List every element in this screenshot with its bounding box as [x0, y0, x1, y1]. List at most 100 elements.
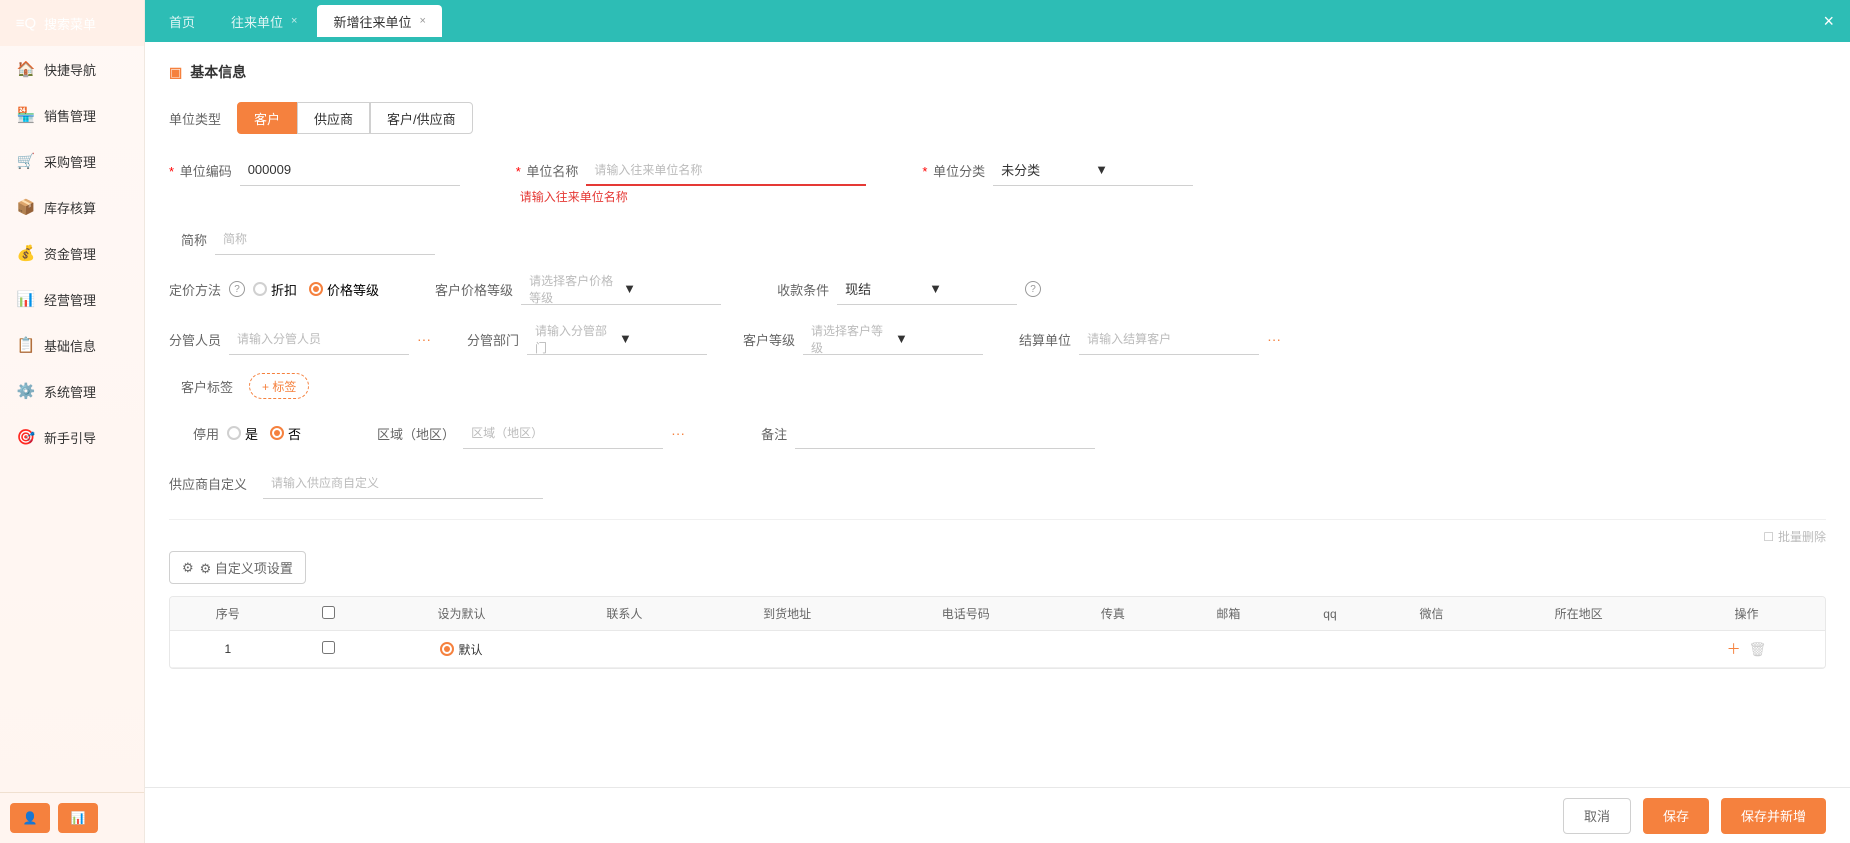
- help-icon-payment[interactable]: ?: [1025, 281, 1041, 297]
- tab-partners-label: 往来单位: [231, 12, 283, 31]
- sidebar-item-basic-info[interactable]: 📋 基础信息: [0, 322, 144, 368]
- sidebar-item-guide[interactable]: 🎯 新手引导: [0, 414, 144, 460]
- td-checkbox: [286, 631, 373, 668]
- inventory-icon: 📦: [16, 197, 36, 217]
- guide-icon: 🎯: [16, 427, 36, 447]
- unit-type-label: 单位类型: [169, 109, 221, 128]
- gear-icon-settings: ⚙: [182, 560, 194, 576]
- th-email: 邮箱: [1171, 597, 1287, 631]
- sidebar-item-finance[interactable]: 💰 资金管理: [0, 230, 144, 276]
- customer-tag-label: 客户标签: [181, 377, 233, 396]
- unit-name-field: * 单位名称 请输入往来单位名称: [516, 154, 867, 205]
- td-action: ＋ 🗑: [1668, 631, 1825, 668]
- unit-category-select[interactable]: 未分类 ▼: [993, 154, 1193, 186]
- finance-icon: 💰: [16, 243, 36, 263]
- radio-no[interactable]: 否: [270, 424, 301, 443]
- section-title-text: 基本信息: [190, 62, 246, 82]
- row-del-btn[interactable]: 🗑: [1749, 641, 1767, 658]
- sidebar-item-system[interactable]: ⚙️ 系统管理: [0, 368, 144, 414]
- radio-discount[interactable]: 折扣: [253, 280, 297, 299]
- custom-settings-button[interactable]: ⚙ ⚙ 自定义项设置: [169, 551, 306, 584]
- sidebar-item-search[interactable]: ≡Q 搜索菜单: [0, 0, 144, 46]
- tab-home[interactable]: 首页: [153, 5, 211, 37]
- unit-btn-customer[interactable]: 客户: [237, 102, 297, 134]
- th-qq: qq: [1286, 597, 1374, 631]
- abbreviation-field: 简称: [169, 223, 435, 255]
- select-all-checkbox[interactable]: [322, 606, 335, 619]
- remarks-input[interactable]: [795, 417, 1095, 449]
- tab-new-partner-label: 新增往来单位: [333, 12, 411, 31]
- manager-input[interactable]: [229, 323, 409, 355]
- settlement-unit-input[interactable]: [1079, 323, 1259, 355]
- pricing-method-field: 定价方法 ? 折扣 价格等级: [169, 280, 379, 299]
- unit-btn-both[interactable]: 客户/供应商: [370, 102, 473, 134]
- manager-more-btn[interactable]: ···: [417, 331, 431, 347]
- unit-name-input[interactable]: [586, 154, 866, 186]
- radio-label-no: 否: [288, 424, 301, 443]
- customer-level-select[interactable]: 请选择客户等级 ▼: [803, 323, 983, 355]
- row-default-radio[interactable]: 默认: [382, 641, 541, 658]
- td-default: 默认: [372, 631, 551, 668]
- settlement-unit-more-btn[interactable]: ···: [1267, 331, 1281, 347]
- department-label: 分管部门: [467, 330, 519, 349]
- chevron-down-icon-4: ▼: [619, 331, 699, 346]
- sidebar-bottom: 👤 📊: [0, 792, 144, 843]
- th-wechat: 微信: [1374, 597, 1490, 631]
- region-more-btn[interactable]: ···: [671, 425, 685, 441]
- region-input[interactable]: [463, 417, 663, 449]
- supplier-custom-input[interactable]: [263, 467, 543, 499]
- cancel-button[interactable]: 取消: [1563, 798, 1631, 834]
- sidebar-item-quick-nav[interactable]: 🏠 快捷导航: [0, 46, 144, 92]
- sidebar-label-guide: 新手引导: [44, 428, 96, 447]
- th-seq: 序号: [170, 597, 286, 631]
- tab-partners[interactable]: 往来单位 ×: [215, 5, 313, 37]
- table-row: 1 默认: [170, 631, 1825, 668]
- th-default: 设为默认: [372, 597, 551, 631]
- help-icon-pricing[interactable]: ?: [229, 281, 245, 297]
- radio-circle-price-level: [309, 282, 323, 296]
- unit-code-input[interactable]: [240, 154, 460, 186]
- sidebar-label-system: 系统管理: [44, 382, 96, 401]
- window-close-btn[interactable]: ×: [1815, 11, 1842, 32]
- batch-delete-label[interactable]: 批量删除: [1778, 528, 1826, 545]
- region-label: 区域（地区）: [377, 424, 455, 443]
- sidebar-bottom-btn-2[interactable]: 📊: [58, 803, 98, 833]
- required-star-cat: *: [922, 164, 927, 179]
- sidebar-item-inventory[interactable]: 📦 库存核算: [0, 184, 144, 230]
- sidebar-item-purchase[interactable]: 🛒 采购管理: [0, 138, 144, 184]
- section-icon: ▣: [169, 64, 182, 81]
- row-checkbox[interactable]: [322, 641, 335, 654]
- radio-yes[interactable]: 是: [227, 424, 258, 443]
- sidebar-label-operations: 经营管理: [44, 290, 96, 309]
- tab-new-partner[interactable]: 新增往来单位 ×: [317, 5, 441, 37]
- unit-name-inline: * 单位名称: [516, 154, 867, 186]
- radio-label-price-level: 价格等级: [327, 280, 379, 299]
- customer-price-level-select[interactable]: 请选择客户价格等级 ▼: [521, 273, 721, 305]
- th-contact: 联系人: [551, 597, 698, 631]
- radio-circle-yes: [227, 426, 241, 440]
- search-icon: ≡Q: [16, 13, 36, 33]
- department-select[interactable]: 请输入分管部门 ▼: [527, 323, 707, 355]
- sidebar-item-sales[interactable]: 🏪 销售管理: [0, 92, 144, 138]
- save-button[interactable]: 保存: [1643, 798, 1709, 834]
- sidebar-label-finance: 资金管理: [44, 244, 96, 263]
- save-new-button[interactable]: 保存并新增: [1721, 798, 1826, 834]
- tab-home-label: 首页: [169, 12, 195, 31]
- tab-partners-close[interactable]: ×: [291, 15, 297, 27]
- row-add-btn[interactable]: ＋: [1727, 639, 1741, 659]
- payment-terms-select[interactable]: 现结 ▼: [837, 273, 1017, 305]
- add-tag-label: + 标签: [262, 378, 296, 395]
- chevron-down-icon-5: ▼: [895, 331, 975, 346]
- radio-price-level[interactable]: 价格等级: [309, 280, 379, 299]
- unit-btn-supplier[interactable]: 供应商: [297, 102, 370, 134]
- add-tag-button[interactable]: + 标签: [249, 373, 309, 399]
- sidebar-item-operations[interactable]: 📊 经营管理: [0, 276, 144, 322]
- row-default-label: 默认: [458, 641, 482, 658]
- tab-new-partner-close[interactable]: ×: [419, 15, 425, 27]
- td-wechat: [1374, 631, 1490, 668]
- sidebar-bottom-btn-1[interactable]: 👤: [10, 803, 50, 833]
- region-field: 区域（地区） ···: [377, 417, 685, 449]
- abbreviation-input[interactable]: [215, 223, 435, 255]
- custom-settings-label: ⚙ 自定义项设置: [200, 558, 293, 577]
- batch-delete-icon: ☐: [1763, 530, 1774, 544]
